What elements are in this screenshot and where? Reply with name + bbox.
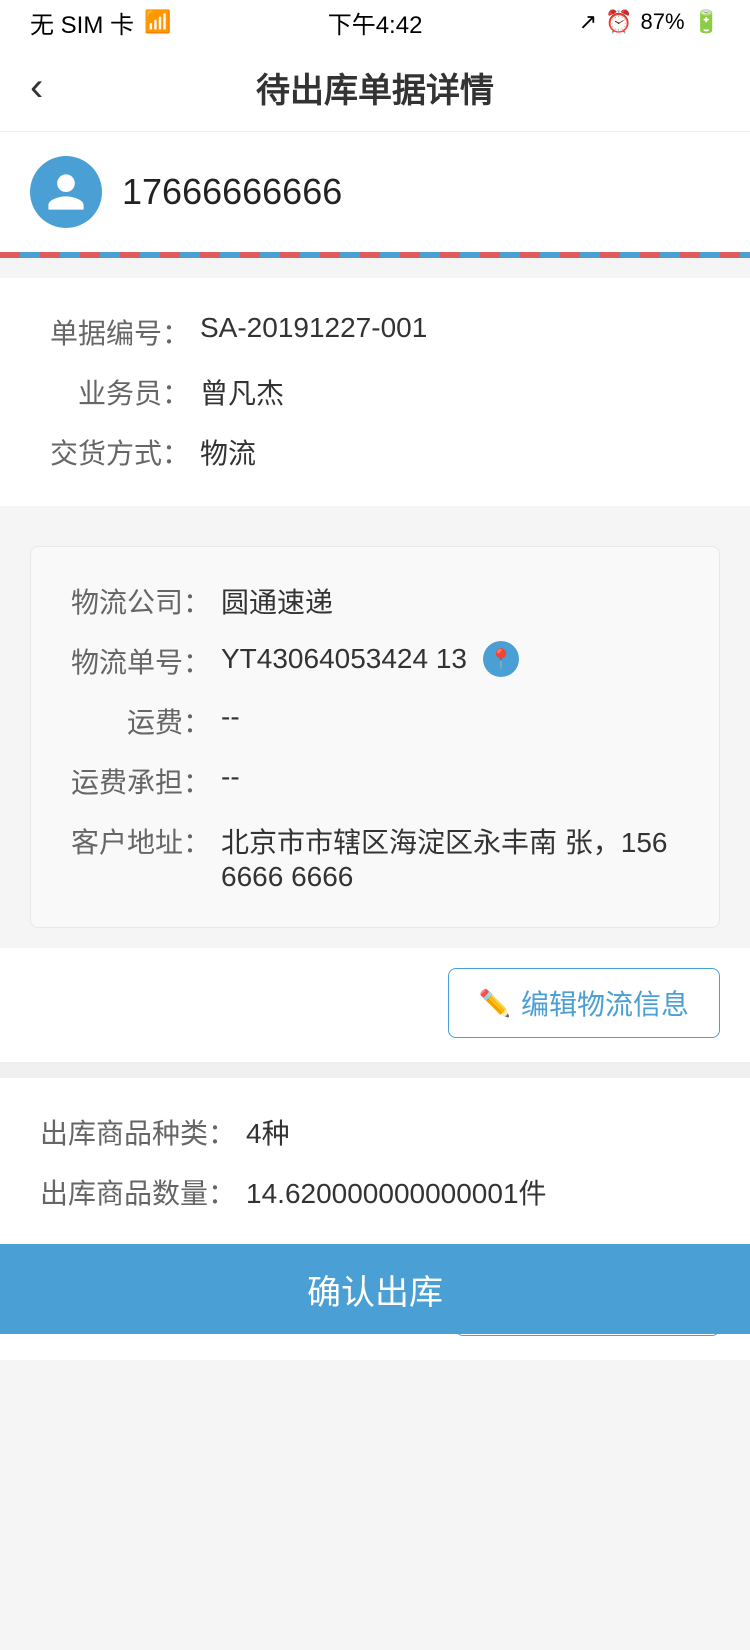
address-value: 北京市市辖区海淀区永丰南 张，156 6666 6666: [221, 821, 689, 893]
wifi-icon: 📶: [144, 9, 171, 35]
carrier-text: 无 SIM 卡: [30, 5, 134, 40]
edit-icon: ✏️: [479, 988, 511, 1019]
freight-row: 运费： --: [61, 691, 689, 751]
edit-btn-container: ✏️ 编辑物流信息: [0, 948, 750, 1062]
location-status-icon: ↗: [579, 9, 597, 35]
status-right: ↗ ⏰ 87% 🔋: [579, 9, 720, 35]
freight-bearer-row: 运费承担： --: [61, 751, 689, 811]
nav-bar: ‹ 待出库单据详情: [0, 44, 750, 132]
status-time: 下午4:42: [328, 5, 423, 40]
status-left: 无 SIM 卡 📶: [30, 5, 171, 40]
address-row: 客户地址： 北京市市辖区海淀区永丰南 张，156 6666 6666: [61, 811, 689, 903]
tracking-number-text: YT43064053424 13: [221, 643, 467, 675]
page-title: 待出库单据详情: [256, 63, 494, 112]
section-divider-1: [0, 1062, 750, 1078]
freight-bearer-value: --: [221, 761, 689, 793]
customer-header: 17666666666: [0, 132, 750, 252]
edit-logistics-label: 编辑物流信息: [521, 983, 689, 1023]
avatar: [30, 156, 102, 228]
order-number-value: SA-20191227-001: [200, 312, 710, 344]
delivery-method-label: 交货方式：: [40, 432, 200, 472]
delivery-method-row: 交货方式： 物流: [40, 422, 710, 482]
edit-logistics-button[interactable]: ✏️ 编辑物流信息: [448, 968, 720, 1038]
delivery-method-value: 物流: [200, 432, 710, 472]
logistics-company-row: 物流公司： 圆通速递: [61, 571, 689, 631]
logistics-card: 物流公司： 圆通速递 物流单号： YT43064053424 13 运费： --…: [30, 546, 720, 928]
person-icon: [44, 170, 88, 214]
goods-types-value: 4种: [246, 1112, 710, 1152]
tracking-number-value: YT43064053424 13: [221, 641, 689, 677]
freight-label: 运费：: [61, 701, 221, 741]
goods-section: 出库商品种类： 4种 出库商品数量： 14.620000000000001件: [0, 1078, 750, 1246]
status-bar: 无 SIM 卡 📶 下午4:42 ↗ ⏰ 87% 🔋: [0, 0, 750, 44]
goods-quantity-value: 14.620000000000001件: [246, 1172, 710, 1212]
order-number-row: 单据编号： SA-20191227-001: [40, 302, 710, 362]
back-button[interactable]: ‹: [30, 65, 63, 110]
customer-phone: 17666666666: [122, 171, 342, 213]
freight-bearer-label: 运费承担：: [61, 761, 221, 801]
goods-types-label: 出库商品种类：: [40, 1112, 246, 1152]
goods-quantity-row: 出库商品数量： 14.620000000000001件: [40, 1162, 710, 1222]
dashed-divider: [0, 252, 750, 258]
goods-types-row: 出库商品种类： 4种: [40, 1102, 710, 1162]
salesperson-value: 曾凡杰: [200, 372, 710, 412]
alarm-icon: ⏰: [605, 9, 632, 35]
tracking-number-label: 物流单号：: [61, 641, 221, 681]
confirm-bar[interactable]: 确认出库: [0, 1244, 750, 1334]
logistics-company-value: 圆通速递: [221, 581, 689, 621]
logistics-company-label: 物流公司：: [61, 581, 221, 621]
order-number-label: 单据编号：: [40, 312, 200, 352]
salesperson-row: 业务员： 曾凡杰: [40, 362, 710, 422]
goods-quantity-label: 出库商品数量：: [40, 1172, 246, 1212]
confirm-button-label: 确认出库: [307, 1265, 443, 1314]
order-info-section: 单据编号： SA-20191227-001 业务员： 曾凡杰 交货方式： 物流: [0, 278, 750, 506]
bottom-spacer: [0, 1360, 750, 1560]
location-icon[interactable]: [483, 641, 519, 677]
battery-text: 87%: [641, 9, 685, 35]
freight-value: --: [221, 701, 689, 733]
tracking-number-row: 物流单号： YT43064053424 13: [61, 631, 689, 691]
battery-icon: 🔋: [693, 9, 720, 35]
salesperson-label: 业务员：: [40, 372, 200, 412]
address-label: 客户地址：: [61, 821, 221, 861]
